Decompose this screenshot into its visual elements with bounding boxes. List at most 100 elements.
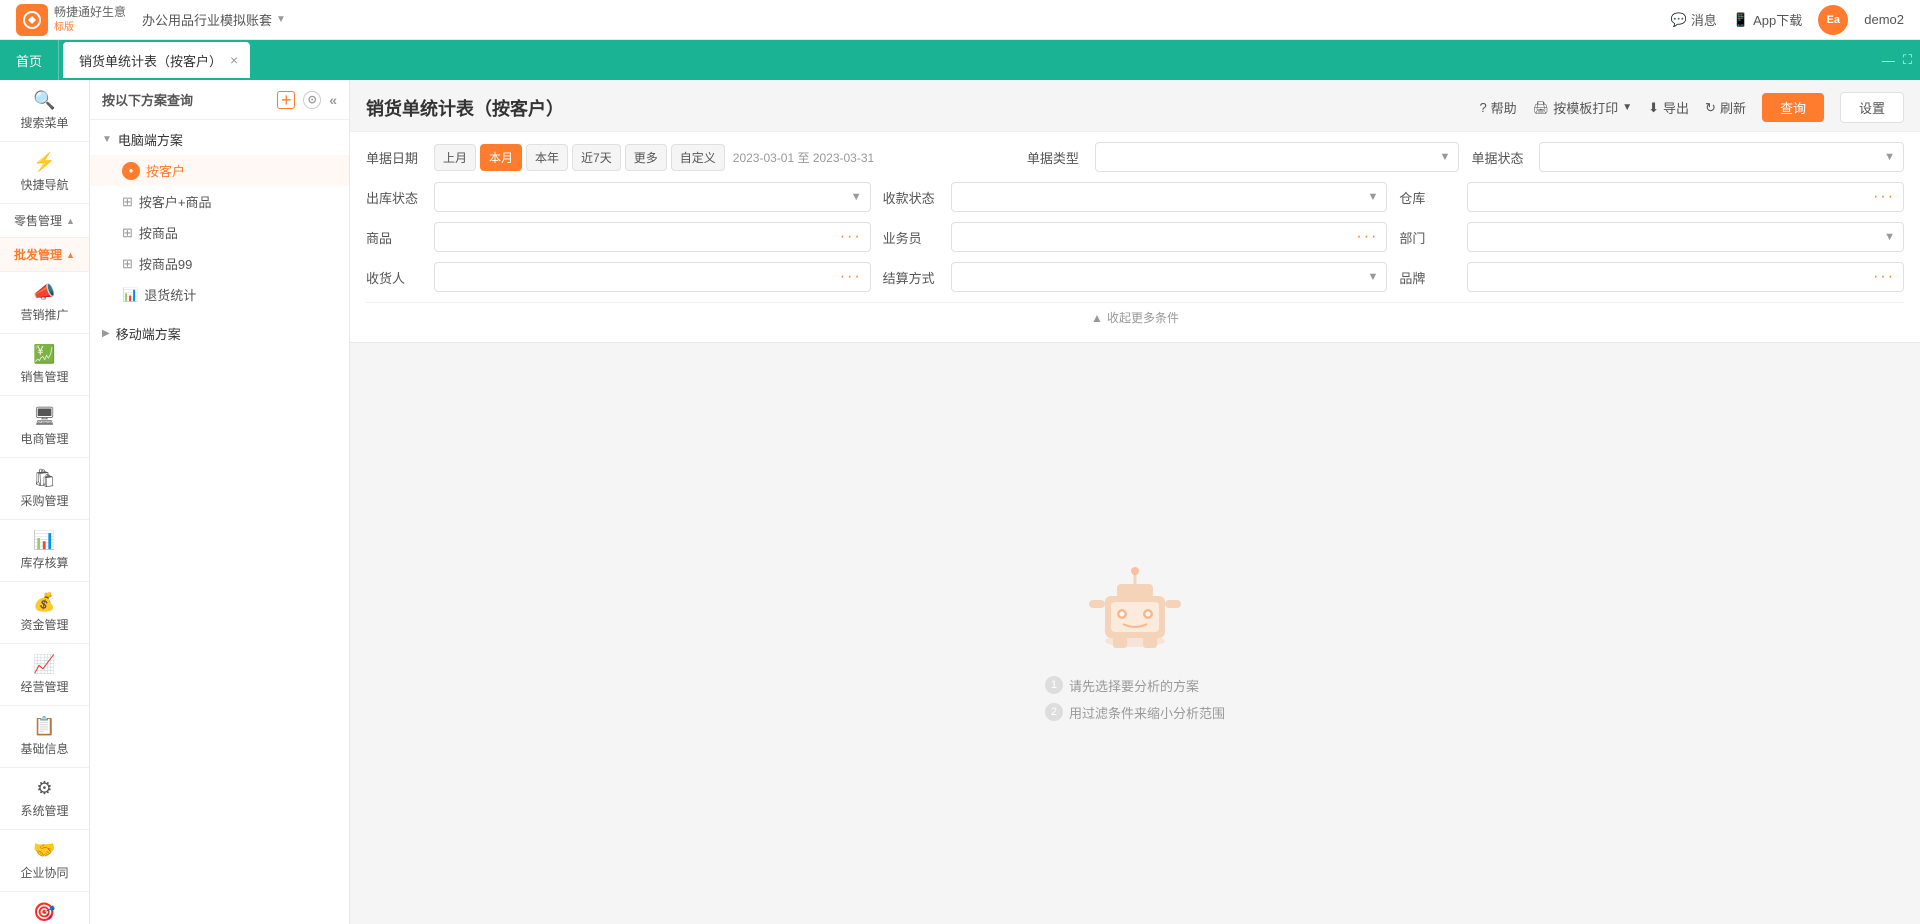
filter-row-3: 商品 ··· 业务员 ··· 部门 bbox=[366, 222, 1904, 252]
brand-label: 品牌 bbox=[1399, 268, 1459, 287]
out-status-input[interactable]: ▼ bbox=[434, 182, 871, 212]
date-this-year[interactable]: 本年 bbox=[526, 144, 568, 171]
warehouse-input[interactable]: ··· bbox=[1467, 182, 1904, 212]
receive-status-chevron-icon: ▼ bbox=[1367, 191, 1378, 203]
plan-panel-header: 按以下方案查询 + ⊙ « bbox=[90, 80, 349, 120]
goods-input[interactable]: ··· bbox=[434, 222, 871, 252]
sidebar-item-finance[interactable]: 💰 资金管理 bbox=[0, 582, 89, 644]
bill-status-input[interactable]: ▼ bbox=[1539, 142, 1904, 172]
system-icon: ⚙ bbox=[6, 778, 83, 799]
industry-dropdown[interactable]: 办公用品行业模拟账套 ▼ bbox=[134, 6, 294, 33]
plan-refund-stats[interactable]: 📊 退货统计 bbox=[90, 279, 349, 310]
query-button[interactable]: 查询 bbox=[1762, 93, 1824, 122]
tab-close-button[interactable]: × bbox=[230, 53, 238, 67]
tab-home[interactable]: 首页 bbox=[0, 40, 59, 80]
help-icon: ? bbox=[1479, 100, 1486, 115]
step-2-icon: 2 bbox=[1045, 703, 1063, 721]
sidebar-item-quick-nav[interactable]: ⚡ 快捷导航 bbox=[0, 142, 89, 204]
out-status-chevron-icon: ▼ bbox=[851, 191, 862, 203]
bill-type-input[interactable]: ▼ bbox=[1095, 142, 1460, 172]
filter-row-1: 单据日期 上月 本月 本年 近7天 更多 自定义 2023-03-01 至 20… bbox=[366, 142, 1904, 172]
mobile-group-label: 移动端方案 bbox=[116, 324, 181, 343]
sidebar-item-purchase[interactable]: 🛍 采购管理 bbox=[0, 458, 89, 520]
print-icon: 🖨 bbox=[1533, 100, 1550, 116]
plan-by-customer-goods[interactable]: ⊞ 按客户+商品 bbox=[90, 186, 349, 217]
brand-dots-icon: ··· bbox=[1873, 268, 1895, 286]
date-this-month[interactable]: 本月 bbox=[480, 144, 522, 171]
date-more[interactable]: 更多 bbox=[625, 144, 667, 171]
by-customer-goods-icon: ⊞ bbox=[122, 194, 133, 210]
out-status-label: 出库状态 bbox=[366, 188, 426, 207]
staff-input[interactable]: ··· bbox=[951, 222, 1388, 252]
sidebar-item-operation[interactable]: 📈 经营管理 bbox=[0, 644, 89, 706]
date-custom[interactable]: 自定义 bbox=[671, 144, 725, 171]
filter-dept-item: 部门 ▼ bbox=[1399, 222, 1904, 252]
plan-by-goods-99[interactable]: ⊞ 按商品99 bbox=[90, 248, 349, 279]
page-header: 销货单统计表（按客户） ? 帮助 🖨 按模板打印 ▼ ⬇ 导出 bbox=[350, 80, 1920, 132]
plan-by-goods[interactable]: ⊞ 按商品 bbox=[90, 217, 349, 248]
data-section: 1 请先选择要分析的方案 2 用过滤条件来缩小分析范围 bbox=[350, 343, 1920, 924]
dept-label: 部门 bbox=[1399, 228, 1459, 247]
refund-stats-icon: 📊 bbox=[122, 287, 138, 303]
operation-icon: 📈 bbox=[6, 654, 83, 675]
settings-button[interactable]: 设置 bbox=[1840, 92, 1904, 123]
consignee-input[interactable]: ··· bbox=[434, 262, 871, 292]
refresh-button[interactable]: ↻ 刷新 bbox=[1705, 98, 1746, 117]
filter-goods-item: 商品 ··· bbox=[366, 222, 871, 252]
ecommerce-icon: 🖥 bbox=[6, 406, 83, 427]
sidebar-item-basic-info[interactable]: 📋 基础信息 bbox=[0, 706, 89, 768]
help-button[interactable]: ? 帮助 bbox=[1479, 98, 1516, 117]
settings-plan-icon[interactable]: ⊙ bbox=[303, 91, 321, 109]
bill-status-label: 单据状态 bbox=[1471, 148, 1531, 167]
brand-input[interactable]: ··· bbox=[1467, 262, 1904, 292]
sidebar-item-enterprise[interactable]: 🤝 企业协同 bbox=[0, 830, 89, 892]
date-last-month[interactable]: 上月 bbox=[434, 144, 476, 171]
filter-row-2: 出库状态 ▼ 收款状态 ▼ 仓库 bbox=[366, 182, 1904, 212]
message-button[interactable]: 💬 消息 bbox=[1671, 10, 1717, 29]
logo-text: 畅捷通好生意 标版 bbox=[54, 5, 126, 34]
settle-input[interactable]: ▼ bbox=[951, 262, 1388, 292]
tab-active[interactable]: 销货单统计表（按客户） × bbox=[63, 42, 250, 78]
sidebar-item-newbie[interactable]: 🎯 新手引导 bbox=[0, 892, 89, 924]
sidebar-item-marketing[interactable]: 📣 营销推广 bbox=[0, 272, 89, 334]
sidebar: 🔍 搜索菜单 ⚡ 快捷导航 零售管理 ▲ 批发管理 ▲ 📣 营销推广 💹 销售管… bbox=[0, 80, 90, 924]
mobile-plan-group[interactable]: ▶ 移动端方案 bbox=[90, 318, 349, 349]
collapse-plan-icon[interactable]: « bbox=[329, 92, 337, 108]
sidebar-item-retail[interactable]: 零售管理 ▲ bbox=[0, 204, 89, 238]
logo-icon[interactable] bbox=[16, 4, 48, 36]
filter-bill-status-item: 单据状态 ▼ bbox=[1471, 142, 1904, 172]
username[interactable]: demo2 bbox=[1864, 12, 1904, 27]
by-goods-99-icon: ⊞ bbox=[122, 256, 133, 272]
sidebar-item-search-menu[interactable]: 🔍 搜索菜单 bbox=[0, 80, 89, 142]
sidebar-item-system[interactable]: ⚙ 系统管理 bbox=[0, 768, 89, 830]
pc-plan-group[interactable]: ▼ 电脑端方案 bbox=[90, 124, 349, 155]
date-label: 单据日期 bbox=[366, 148, 426, 167]
plan-panel-actions: + ⊙ « bbox=[277, 91, 337, 109]
filter-date-item: 单据日期 上月 本月 本年 近7天 更多 自定义 2023-03-01 至 20… bbox=[366, 144, 1015, 171]
goods-dots-icon: ··· bbox=[840, 228, 862, 246]
collapse-filters-button[interactable]: ▲ 收起更多条件 bbox=[366, 302, 1904, 332]
mobile-group-arrow: ▶ bbox=[102, 328, 110, 339]
wholesale-expand-icon: ▲ bbox=[66, 250, 75, 260]
by-customer-goods-label: 按客户+商品 bbox=[139, 192, 212, 211]
date-last-7-days[interactable]: 近7天 bbox=[572, 144, 621, 171]
tabbar-actions: — ⛶ bbox=[1882, 52, 1920, 68]
receive-status-input[interactable]: ▼ bbox=[951, 182, 1388, 212]
empty-text: 1 请先选择要分析的方案 2 用过滤条件来缩小分析范围 bbox=[1045, 676, 1225, 722]
right-content: 销货单统计表（按客户） ? 帮助 🖨 按模板打印 ▼ ⬇ 导出 bbox=[350, 80, 1920, 924]
add-plan-icon[interactable]: + bbox=[277, 91, 295, 109]
sidebar-item-wholesale[interactable]: 批发管理 ▲ bbox=[0, 238, 89, 272]
sidebar-item-ecommerce[interactable]: 🖥 电商管理 bbox=[0, 396, 89, 458]
filter-row-4: 收货人 ··· 结算方式 ▼ 品牌 bbox=[366, 262, 1904, 292]
sidebar-item-sales[interactable]: 💹 销售管理 bbox=[0, 334, 89, 396]
print-button[interactable]: 🖨 按模板打印 ▼ bbox=[1533, 98, 1632, 117]
plan-by-customer[interactable]: ● 按客户 bbox=[90, 155, 349, 186]
avatar[interactable]: Ea bbox=[1818, 5, 1848, 35]
app-download-button[interactable]: 📱 App下载 bbox=[1733, 10, 1802, 29]
sidebar-item-inventory[interactable]: 📊 库存核算 bbox=[0, 520, 89, 582]
export-button[interactable]: ⬇ 导出 bbox=[1648, 98, 1689, 117]
minimize-window-icon[interactable]: — bbox=[1882, 53, 1895, 68]
maximize-window-icon[interactable]: ⛶ bbox=[1903, 52, 1912, 68]
dept-input[interactable]: ▼ bbox=[1467, 222, 1904, 252]
dept-chevron-icon: ▼ bbox=[1884, 231, 1895, 243]
